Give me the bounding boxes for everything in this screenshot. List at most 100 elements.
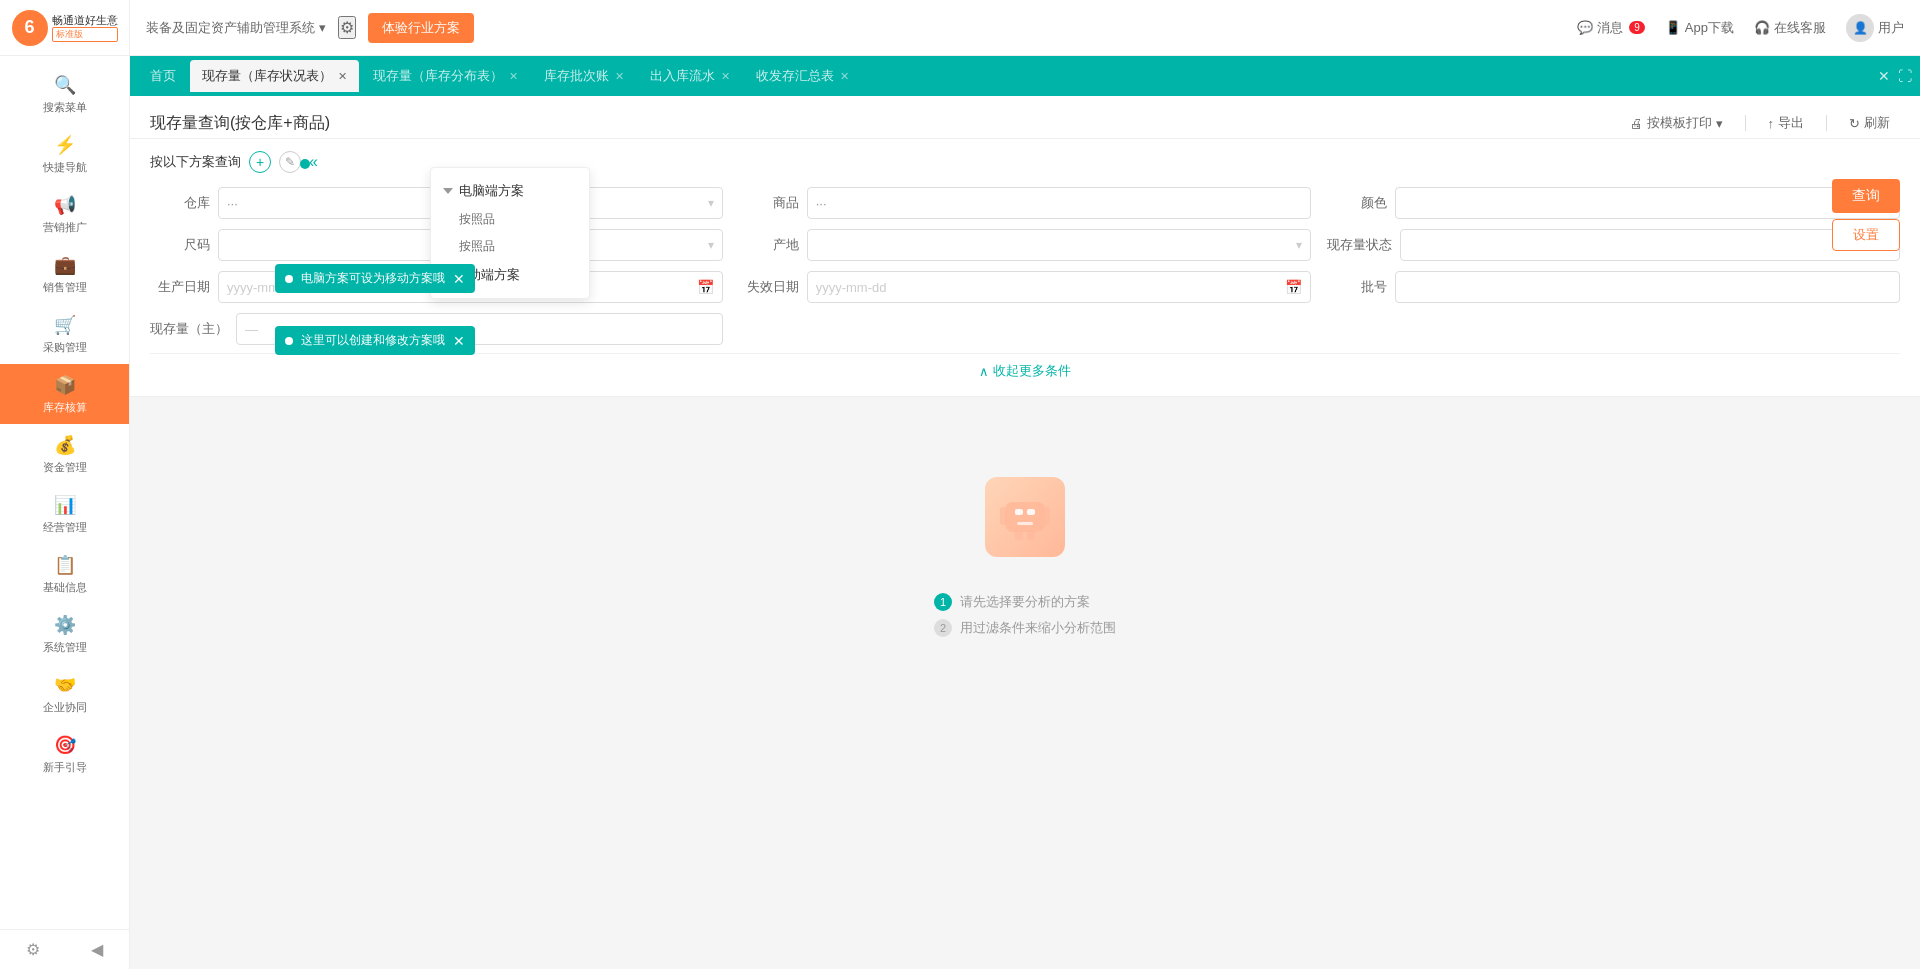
origin-chevron: ▾: [1296, 238, 1302, 252]
settings-filter-btn[interactable]: 设置: [1832, 219, 1900, 251]
tab-collect-summary[interactable]: 收发存汇总表 ✕: [744, 60, 861, 92]
sidebar-item-inventory[interactable]: 📦 库存核算: [0, 364, 129, 424]
filter-row-2: 尺码 ▾ 产地 ▾ 现存量状态: [150, 229, 1900, 261]
header-settings-btn[interactable]: ⚙: [338, 16, 356, 39]
user-area[interactable]: 👤 用户: [1846, 14, 1904, 42]
filter-area: 按以下方案查询 + ✎ « 电脑方案可设为移动方案哦 ✕ 这里可以创建和修改方案…: [130, 139, 1920, 397]
tab-in-out-flow[interactable]: 出入库流水 ✕: [638, 60, 742, 92]
enterprise-icon: 🤝: [54, 674, 76, 696]
print-dropdown-icon: ▾: [1716, 116, 1723, 131]
tab-in-out-flow-label: 出入库流水: [650, 67, 715, 85]
warehouse-dots: ···: [227, 196, 238, 211]
tab-close-all-btn[interactable]: ✕: [1878, 68, 1890, 84]
pc-tooltip-close[interactable]: ✕: [453, 271, 465, 287]
sidebar-item-guide[interactable]: 🎯 新手引导: [0, 724, 129, 784]
tab-bar-right: ✕ ⛶: [1878, 68, 1912, 84]
warehouse-chevron: ▾: [708, 196, 714, 210]
sidebar-item-search[interactable]: 🔍 搜索菜单: [0, 64, 129, 124]
sidebar-item-marketing[interactable]: 📢 营销推广: [0, 184, 129, 244]
finance-icon: 💰: [54, 434, 76, 456]
tab-batch-ledger[interactable]: 库存批次账 ✕: [532, 60, 636, 92]
sidebar-label-inventory: 库存核算: [43, 400, 87, 415]
sidebar-item-enterprise[interactable]: 🤝 企业协同: [0, 664, 129, 724]
app-download-btn[interactable]: 📱 App下载: [1665, 19, 1734, 37]
tab-fullscreen-btn[interactable]: ⛶: [1898, 68, 1912, 84]
system-selector[interactable]: 装备及固定资产辅助管理系统 ▾: [146, 19, 326, 37]
system-dropdown-icon: ▾: [319, 20, 326, 35]
scheme-child-1[interactable]: 按照品: [431, 206, 589, 233]
origin-select[interactable]: ▾: [807, 229, 1312, 261]
expiry-date-input[interactable]: yyyy-mm-dd 📅: [807, 271, 1312, 303]
logo-text-area: 畅通道好生意 标准版: [52, 13, 118, 42]
tab-inventory-dist-close[interactable]: ✕: [509, 70, 518, 83]
color-select[interactable]: ▾: [1395, 187, 1900, 219]
collapse-filter-btn[interactable]: ∧ 收起更多条件: [150, 353, 1900, 388]
sidebar-item-quick-nav[interactable]: ⚡ 快捷导航: [0, 124, 129, 184]
header-right: 💬 消息 9 📱 App下载 🎧 在线客服 👤 用户: [1577, 14, 1904, 42]
tab-collect-summary-close[interactable]: ✕: [840, 70, 849, 83]
basic-icon: 📋: [54, 554, 76, 576]
export-btn[interactable]: ↑ 导出: [1758, 108, 1815, 138]
svg-rect-1: [1015, 509, 1023, 515]
stock-status-label: 现存量状态: [1327, 236, 1392, 254]
tab-inventory-dist[interactable]: 现存量（库存分布表） ✕: [361, 60, 530, 92]
header-left: 装备及固定资产辅助管理系统 ▾ ⚙ 体验行业方案: [146, 13, 474, 43]
filter-header: 按以下方案查询 + ✎ «: [150, 151, 1900, 173]
operations-icon: 📊: [54, 494, 76, 516]
step1-num: 1: [934, 593, 952, 611]
size-label: 尺码: [150, 236, 210, 254]
prod-date-calendar-icon[interactable]: 📅: [697, 279, 714, 295]
logo-line1: 畅通道好生意: [52, 13, 118, 27]
product-select[interactable]: ···: [807, 187, 1312, 219]
scheme-arrow-btn[interactable]: «: [309, 153, 318, 171]
print-btn[interactable]: 🖨 按模板打印 ▾: [1620, 108, 1733, 138]
experience-btn[interactable]: 体验行业方案: [368, 13, 474, 43]
collapse-sidebar-btn[interactable]: ◀: [91, 940, 103, 959]
edit-scheme-btn[interactable]: ✎: [279, 151, 301, 173]
collapse-icon: ∧: [979, 364, 989, 379]
sidebar-item-operations[interactable]: 📊 经营管理: [0, 484, 129, 544]
sidebar-item-finance[interactable]: 💰 资金管理: [0, 424, 129, 484]
create-tooltip-close[interactable]: ✕: [453, 333, 465, 349]
sidebar-item-basic[interactable]: 📋 基础信息: [0, 544, 129, 604]
scheme-child-2[interactable]: 按照品: [431, 233, 589, 260]
system-name: 装备及固定资产辅助管理系统: [146, 19, 315, 37]
tab-home[interactable]: 首页: [138, 60, 188, 92]
logo-area: 6 畅通道好生意 标准版: [0, 0, 129, 56]
batch-input[interactable]: [1395, 271, 1900, 303]
tab-inventory-status-close[interactable]: ✕: [338, 70, 347, 83]
empty-texts: 1 请先选择要分析的方案 2 用过滤条件来缩小分析范围: [934, 593, 1116, 645]
tab-inventory-status[interactable]: 现存量（库存状况表） ✕: [190, 60, 359, 92]
scheme-child-1-label: 按照品: [459, 211, 495, 228]
query-btn[interactable]: 查询: [1832, 179, 1900, 213]
filter-expiry-date: 失效日期 yyyy-mm-dd 📅: [739, 271, 1312, 303]
sidebar-item-sales[interactable]: 💼 销售管理: [0, 244, 129, 304]
step1-text: 请先选择要分析的方案: [960, 593, 1090, 611]
action-divider-1: [1745, 115, 1746, 131]
sidebar-label-quick-nav: 快捷导航: [43, 160, 87, 175]
sidebar-label-search: 搜索菜单: [43, 100, 87, 115]
refresh-btn[interactable]: ↻ 刷新: [1839, 108, 1900, 138]
notification-count: 9: [1629, 21, 1645, 34]
export-icon: ↑: [1768, 116, 1775, 131]
pc-scheme-group[interactable]: 电脑端方案: [431, 176, 589, 206]
online-support-btn[interactable]: 🎧 在线客服: [1754, 19, 1826, 37]
tab-in-out-flow-close[interactable]: ✕: [721, 70, 730, 83]
phone-icon: 📱: [1665, 20, 1681, 35]
sidebar-item-system[interactable]: ⚙️ 系统管理: [0, 604, 129, 664]
notification-btn[interactable]: 💬 消息 9: [1577, 19, 1645, 37]
sidebar-label-guide: 新手引导: [43, 760, 87, 775]
stock-status-select[interactable]: ▾: [1400, 229, 1900, 261]
online-support-label: 在线客服: [1774, 19, 1826, 37]
settings-bottom-btn[interactable]: ⚙: [26, 940, 40, 959]
expiry-date-calendar-icon[interactable]: 📅: [1285, 279, 1302, 295]
tab-inventory-status-label: 现存量（库存状况表）: [202, 67, 332, 85]
add-scheme-btn[interactable]: +: [249, 151, 271, 173]
sidebar-label-purchase: 采购管理: [43, 340, 87, 355]
svg-rect-5: [1044, 507, 1050, 525]
tab-batch-ledger-close[interactable]: ✕: [615, 70, 624, 83]
inventory-icon: 📦: [54, 374, 76, 396]
size-chevron: ▾: [708, 238, 714, 252]
sidebar-item-purchase[interactable]: 🛒 采购管理: [0, 304, 129, 364]
filter-color: 颜色 ▾: [1327, 187, 1900, 219]
